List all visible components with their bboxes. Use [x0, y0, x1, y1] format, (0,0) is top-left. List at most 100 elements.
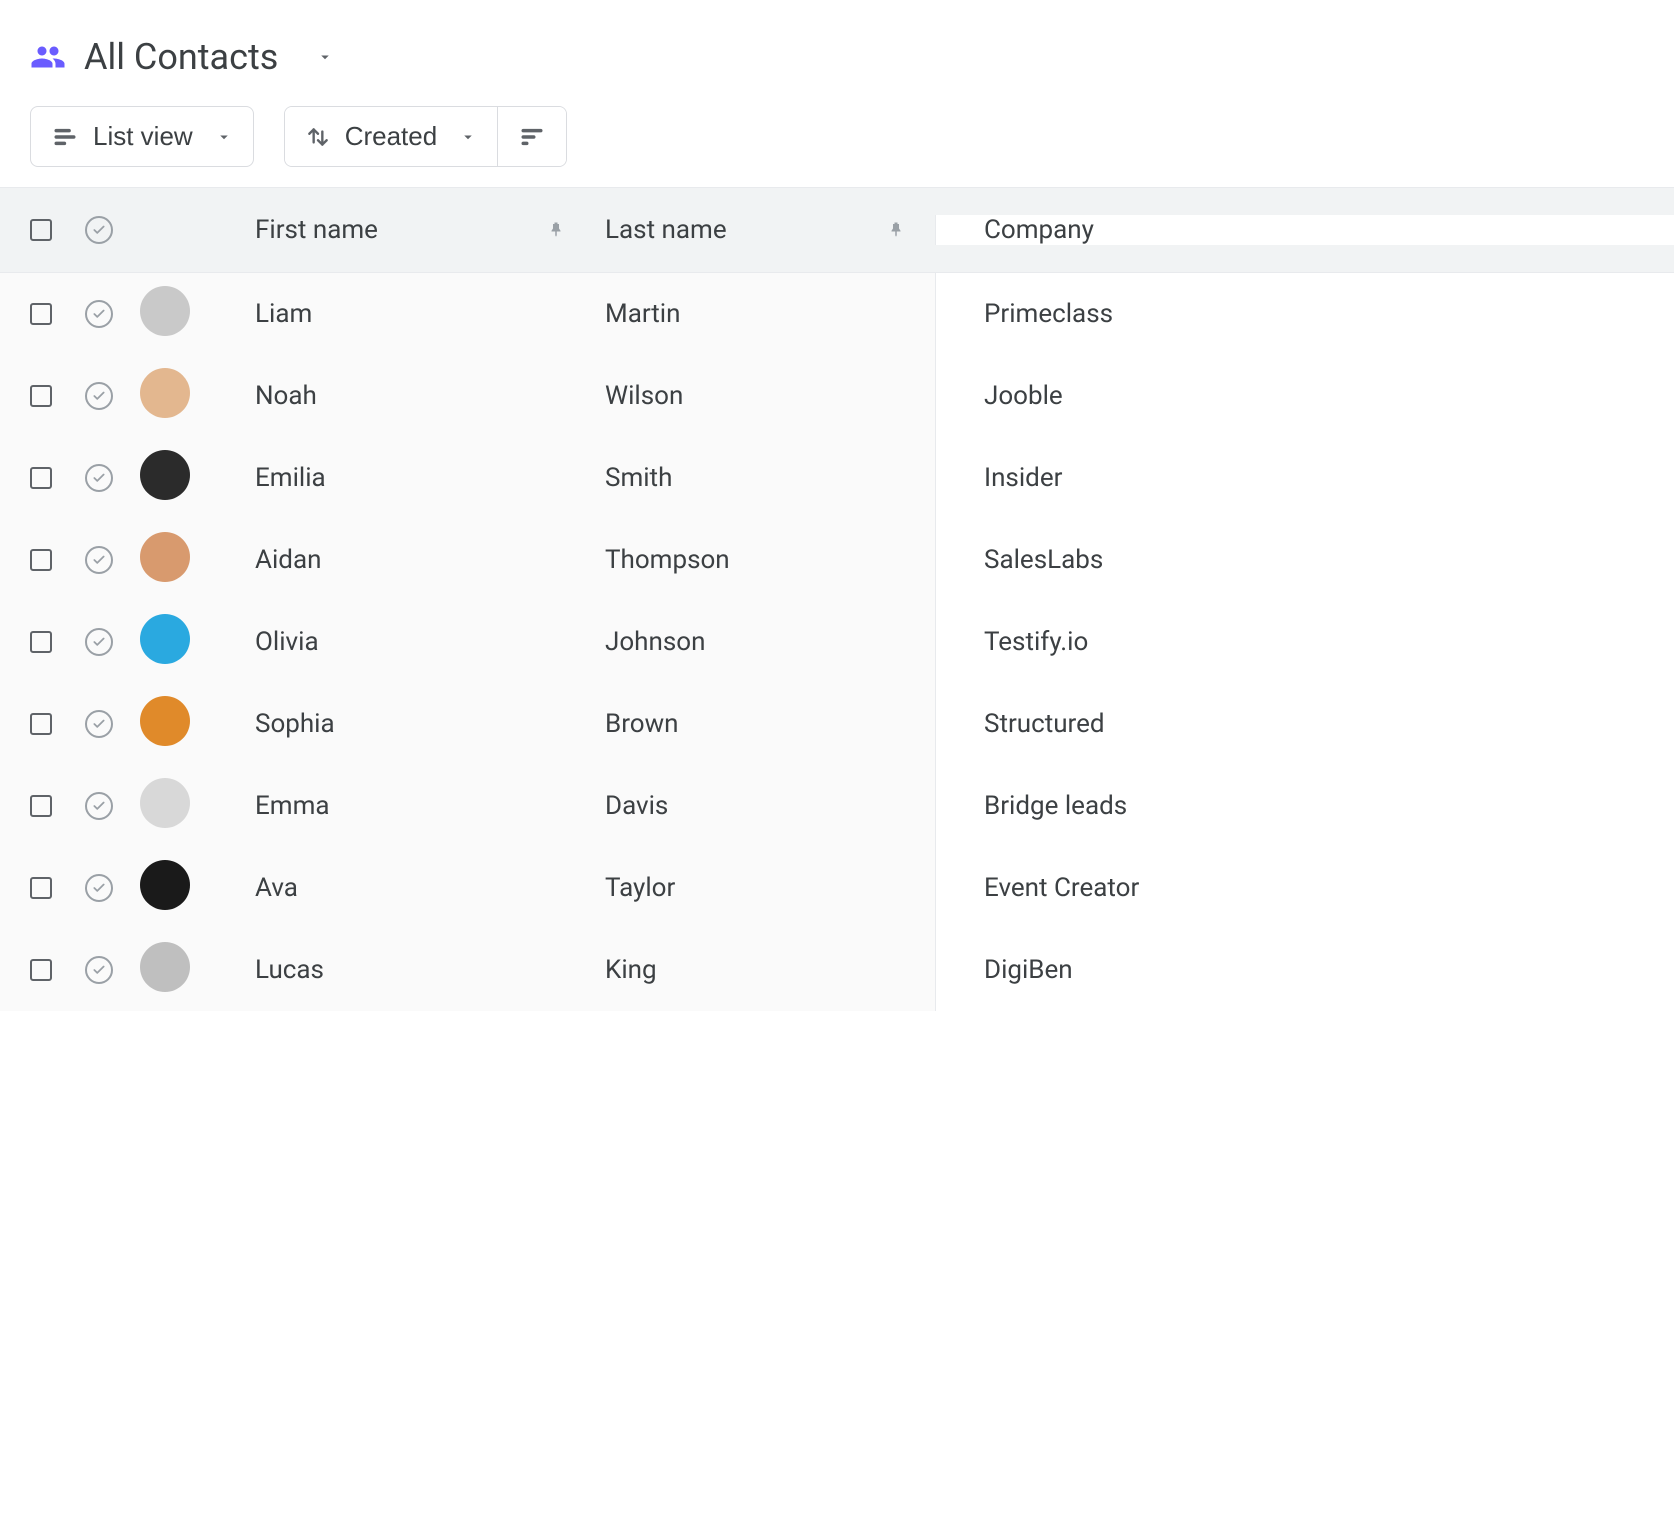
checkbox-icon: [30, 219, 52, 241]
row-checkbox[interactable]: [30, 385, 85, 407]
header: All Contacts List view: [0, 0, 1674, 187]
table-row[interactable]: Noah Wilson Jooble: [0, 355, 1674, 437]
view-selector[interactable]: List view: [30, 106, 254, 167]
column-first-name[interactable]: First name: [255, 215, 605, 245]
controls-row: List view Created: [30, 106, 1644, 167]
row-status[interactable]: [85, 710, 140, 738]
status-icon: [85, 382, 113, 410]
row-checkbox[interactable]: [30, 303, 85, 325]
sort-label: Created: [345, 121, 438, 152]
row-status[interactable]: [85, 300, 140, 328]
view-label: List view: [93, 121, 193, 152]
table-row[interactable]: Liam Martin Primeclass: [0, 273, 1674, 355]
checkbox-icon: [30, 959, 52, 981]
avatar: [140, 942, 190, 992]
company: SalesLabs: [984, 545, 1103, 575]
table-row[interactable]: Olivia Johnson Testify.io: [0, 601, 1674, 683]
table-header: First name Last name Company: [0, 187, 1674, 273]
row-status[interactable]: [85, 464, 140, 492]
avatar: [140, 778, 190, 828]
table-row[interactable]: Emma Davis Bridge leads: [0, 765, 1674, 847]
chevron-down-icon: [459, 128, 477, 146]
last-name-cell: Smith: [605, 463, 935, 493]
row-checkbox[interactable]: [30, 549, 85, 571]
checkbox-icon: [30, 467, 52, 489]
first-name: Lucas: [255, 955, 324, 985]
checkbox-icon: [30, 631, 52, 653]
first-name: Noah: [255, 381, 317, 411]
first-name-cell: Aidan: [255, 545, 605, 575]
status-icon: [85, 956, 113, 984]
status-icon: [85, 792, 113, 820]
avatar-cell: [140, 942, 255, 999]
last-name-cell: Brown: [605, 709, 935, 739]
title-dropdown[interactable]: [316, 48, 334, 66]
first-name-cell: Lucas: [255, 955, 605, 985]
first-name-cell: Emilia: [255, 463, 605, 493]
first-name: Liam: [255, 299, 312, 329]
last-name-cell: Johnson: [605, 627, 935, 657]
row-status[interactable]: [85, 628, 140, 656]
company-cell: SalesLabs: [935, 519, 1674, 601]
first-name-cell: Ava: [255, 873, 605, 903]
last-name: Martin: [605, 299, 680, 329]
row-status[interactable]: [85, 956, 140, 984]
row-checkbox[interactable]: [30, 959, 85, 981]
sort-direction-button[interactable]: [497, 107, 566, 166]
column-company[interactable]: Company: [935, 215, 1674, 245]
table-row[interactable]: Ava Taylor Event Creator: [0, 847, 1674, 929]
column-label: First name: [255, 215, 378, 245]
table-row[interactable]: Sophia Brown Structured: [0, 683, 1674, 765]
column-label: Company: [984, 215, 1094, 245]
first-name: Sophia: [255, 709, 335, 739]
avatar-cell: [140, 450, 255, 507]
first-name-cell: Liam: [255, 299, 605, 329]
last-name: Brown: [605, 709, 678, 739]
row-checkbox[interactable]: [30, 795, 85, 817]
avatar: [140, 696, 190, 746]
checkbox-icon: [30, 303, 52, 325]
first-name-cell: Emma: [255, 791, 605, 821]
first-name: Aidan: [255, 545, 321, 575]
pin-icon: [887, 219, 905, 241]
last-name: Davis: [605, 791, 668, 821]
row-checkbox[interactable]: [30, 467, 85, 489]
sort-selector[interactable]: Created: [285, 107, 498, 166]
row-checkbox[interactable]: [30, 877, 85, 899]
title-row: All Contacts: [30, 36, 1644, 78]
first-name-cell: Noah: [255, 381, 605, 411]
first-name: Olivia: [255, 627, 319, 657]
avatar-cell: [140, 368, 255, 425]
row-status[interactable]: [85, 546, 140, 574]
last-name: King: [605, 955, 657, 985]
checkbox-icon: [30, 549, 52, 571]
row-status[interactable]: [85, 874, 140, 902]
pin-icon: [547, 219, 565, 241]
row-status[interactable]: [85, 382, 140, 410]
row-status[interactable]: [85, 792, 140, 820]
list-view-icon: [51, 123, 79, 151]
company-cell: Primeclass: [935, 273, 1674, 355]
checkbox-icon: [30, 877, 52, 899]
checkbox-icon: [30, 713, 52, 735]
last-name-cell: Davis: [605, 791, 935, 821]
avatar-cell: [140, 696, 255, 753]
last-name-cell: Wilson: [605, 381, 935, 411]
table-row[interactable]: Aidan Thompson SalesLabs: [0, 519, 1674, 601]
row-checkbox[interactable]: [30, 713, 85, 735]
status-icon: [85, 464, 113, 492]
row-checkbox[interactable]: [30, 631, 85, 653]
company: Event Creator: [984, 873, 1139, 903]
avatar: [140, 368, 190, 418]
last-name: Thompson: [605, 545, 730, 575]
table-row[interactable]: Lucas King DigiBen: [0, 929, 1674, 1011]
column-last-name[interactable]: Last name: [605, 215, 935, 245]
last-name-cell: King: [605, 955, 935, 985]
contacts-table: First name Last name Company Lia: [0, 187, 1674, 1011]
page-title: All Contacts: [84, 36, 278, 78]
header-select-all[interactable]: [30, 219, 85, 241]
sort-arrows-icon: [305, 124, 331, 150]
avatar-cell: [140, 860, 255, 917]
table-row[interactable]: Emilia Smith Insider: [0, 437, 1674, 519]
first-name-cell: Olivia: [255, 627, 605, 657]
